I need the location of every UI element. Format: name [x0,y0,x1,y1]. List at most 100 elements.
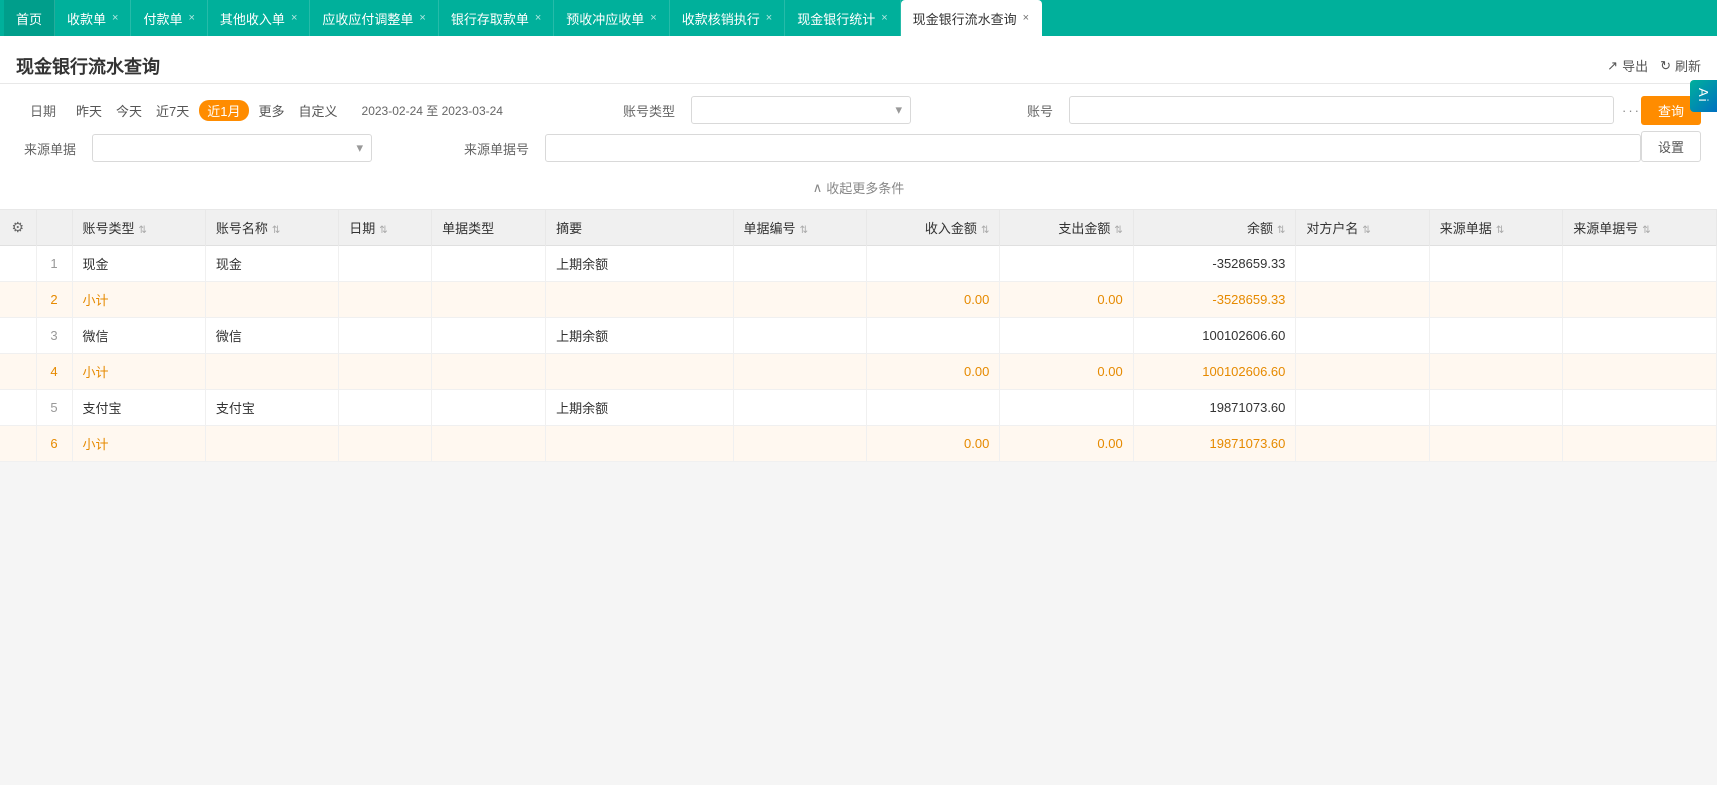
close-icon[interactable]: × [291,12,297,24]
close-icon[interactable]: × [112,12,118,24]
th-income[interactable]: 收入金额⇅ [866,210,999,246]
page-header: 现金银行流水查询 ↗ 导出 ↻ 刷新 [0,36,1717,84]
cell-gear [0,246,36,282]
cell-index: 1 [36,246,72,282]
cell-doc-no [733,318,866,354]
gear-icon[interactable]: ⚙ [11,219,24,235]
date-option-yesterday[interactable]: 昨天 [72,100,106,121]
nav-tab-yinhangcunqukuan[interactable]: 银行存取款单 × [439,0,554,36]
sort-icon: ⇅ [1277,225,1285,236]
cell-expense: 0.00 [1000,426,1133,462]
filter-row-2: 来源单据 ▾ 来源单据号 [16,134,1641,162]
th-source-doc[interactable]: 来源单据⇅ [1429,210,1562,246]
collapse-bar[interactable]: ∧ 收起更多条件 [16,178,1701,197]
th-source-doc-no[interactable]: 来源单据号⇅ [1563,210,1717,246]
date-option-7days[interactable]: 近7天 [152,100,193,121]
close-icon[interactable]: × [419,12,425,24]
th-date[interactable]: 日期⇅ [339,210,432,246]
date-options: 昨天 今天 近7天 近1月 更多 自定义 [72,100,342,121]
nav-tab-shoukuandan[interactable]: 收款单 × [55,0,131,36]
cell-counterparty [1296,246,1429,282]
date-option-1month[interactable]: 近1月 [199,100,248,121]
close-icon[interactable]: × [766,12,772,24]
cell-account-type: 现金 [72,246,205,282]
sort-icon: ⇅ [800,225,808,236]
cell-counterparty [1296,390,1429,426]
source-doc-select[interactable]: ▾ [92,134,372,162]
date-option-today[interactable]: 今天 [112,100,146,121]
cell-doc-type [432,426,546,462]
close-icon[interactable]: × [535,12,541,24]
more-options-icon[interactable]: ··· [1622,103,1641,118]
close-icon[interactable]: × [881,12,887,24]
sort-icon: ⇅ [379,225,387,236]
nav-tab-fukuandan[interactable]: 付款单 × [131,0,207,36]
cell-expense [1000,390,1133,426]
account-input[interactable] [1069,96,1614,124]
cell-gear [0,318,36,354]
cell-source-doc-no [1563,282,1717,318]
cell-doc-type [432,246,546,282]
cell-source-doc [1429,426,1562,462]
cell-date [339,426,432,462]
cell-income: 0.00 [866,282,999,318]
nav-tab-shoukuanhexiao[interactable]: 收款核销执行 × [670,0,785,36]
th-counterparty[interactable]: 对方户名⇅ [1296,210,1429,246]
sort-icon: ⇅ [1114,225,1122,236]
nav-tab-yingshoutiaozheng[interactable]: 应收应付调整单 × [310,0,438,36]
cell-expense [1000,246,1133,282]
cell-account-name [205,282,338,318]
sort-icon: ⇅ [139,225,147,236]
cell-source-doc-no [1563,426,1717,462]
cell-doc-no [733,246,866,282]
refresh-button[interactable]: ↻ 刷新 [1660,56,1701,75]
cell-index: 5 [36,390,72,426]
nav-tab-xianjintongji[interactable]: 现金银行统计 × [785,0,900,36]
table-row: 3微信微信上期余额100102606.60 [0,318,1717,354]
chevron-down-icon: ▾ [895,102,902,118]
cell-index: 4 [36,354,72,390]
cell-gear [0,282,36,318]
settings-button[interactable]: 设置 [1641,131,1701,162]
cell-account-type: 微信 [72,318,205,354]
close-icon[interactable]: × [650,12,656,24]
account-type-select[interactable]: ▾ [691,96,911,124]
date-option-more[interactable]: 更多 [255,100,289,121]
cell-index: 3 [36,318,72,354]
ai-panel[interactable]: Ai [1690,80,1717,112]
cell-doc-no [733,390,866,426]
sort-icon: ⇅ [272,225,280,236]
collapse-icon: ∧ [813,180,823,196]
cell-source-doc [1429,390,1562,426]
cell-expense: 0.00 [1000,282,1133,318]
nav-tab-yushouchong[interactable]: 预收冲应收单 × [554,0,669,36]
th-balance[interactable]: 余额⇅ [1133,210,1296,246]
export-button[interactable]: ↗ 导出 [1607,56,1648,75]
account-label: 账号 [1023,101,1053,120]
cell-source-doc [1429,246,1562,282]
nav-tab-qitashouru[interactable]: 其他收入单 × [208,0,310,36]
source-doc-no-input[interactable] [545,134,1641,162]
cell-index: 2 [36,282,72,318]
cell-source-doc [1429,282,1562,318]
date-option-custom[interactable]: 自定义 [295,100,342,121]
cell-summary [546,354,733,390]
cell-account-type: 小计 [72,354,205,390]
nav-tab-liushuichaxun[interactable]: 现金银行流水查询 × [901,0,1042,36]
th-doc-no[interactable]: 单据编号⇅ [733,210,866,246]
close-icon[interactable]: × [1023,12,1029,24]
th-account-name[interactable]: 账号名称⇅ [205,210,338,246]
gear-column-header[interactable]: ⚙ [0,210,36,246]
page-title: 现金银行流水查询 [16,53,160,79]
th-account-type[interactable]: 账号类型⇅ [72,210,205,246]
close-icon[interactable]: × [188,12,194,24]
cell-expense: 0.00 [1000,354,1133,390]
nav-home[interactable]: 首页 [4,0,55,36]
cell-index: 6 [36,426,72,462]
cell-summary [546,426,733,462]
table-row: 6小计0.000.0019871073.60 [0,426,1717,462]
cell-account-name [205,426,338,462]
th-expense[interactable]: 支出金额⇅ [1000,210,1133,246]
export-icon: ↗ [1607,58,1618,74]
cell-gear [0,426,36,462]
